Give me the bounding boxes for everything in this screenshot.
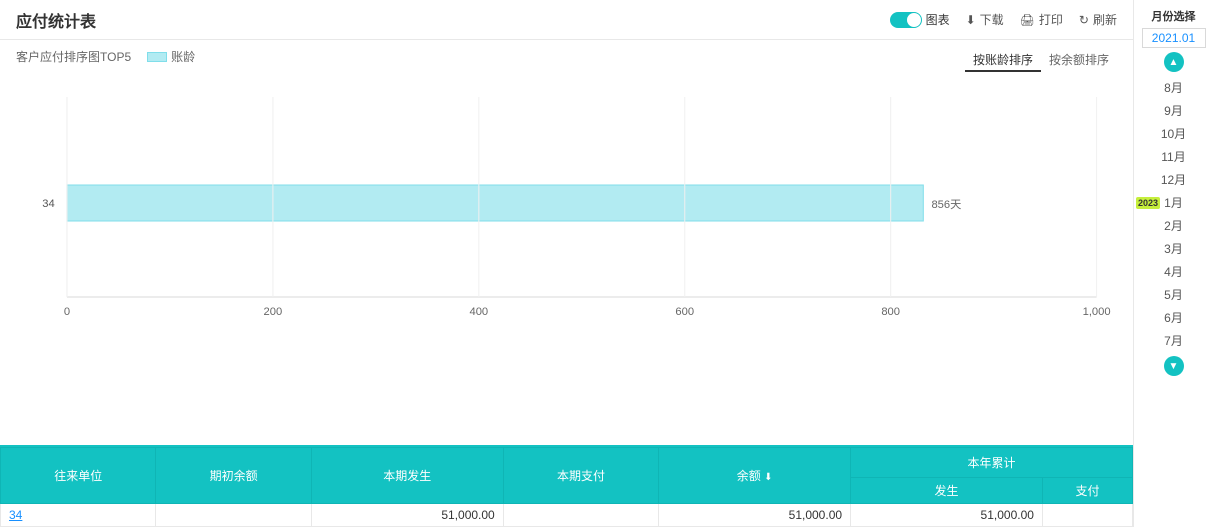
source-link[interactable]: 34	[9, 508, 22, 522]
download-button[interactable]: ⬇ 下载	[966, 11, 1004, 28]
nav-down-arrow[interactable]: ▼	[1164, 356, 1184, 376]
svg-text:800: 800	[881, 306, 900, 318]
cell-source: 34	[1, 504, 156, 527]
cell-current-occur: 51,000.00	[311, 504, 503, 527]
month-9[interactable]: 9月	[1134, 99, 1213, 122]
svg-text:400: 400	[469, 306, 488, 318]
bar-y-label: 34	[42, 198, 54, 210]
col-header-source: 往来单位	[1, 448, 156, 504]
svg-text:1,000: 1,000	[1083, 306, 1111, 318]
month-3[interactable]: 3月	[1134, 237, 1213, 260]
chart-bar	[67, 185, 923, 221]
year-2023-badge: 2023	[1136, 197, 1160, 209]
month-6[interactable]: 6月	[1134, 306, 1213, 329]
col-header-balance: 余额 ⬇	[659, 448, 851, 504]
sort-by-amount-btn[interactable]: 按余额排序	[1041, 49, 1117, 72]
toggle-label: 图表	[926, 11, 950, 28]
refresh-button[interactable]: ↻ 刷新	[1079, 11, 1117, 28]
month-1-with-badge[interactable]: 2023 1月	[1134, 191, 1213, 214]
nav-up-arrow[interactable]: ▲	[1164, 52, 1184, 72]
table-section: 往来单位 期初余额 本期发生 本期支付 余额 ⬇ 本年累计 发生 支付	[0, 445, 1133, 527]
chart-section: 客户应付排序图TOP5 账龄 按账龄排序 按余额排序 34	[0, 40, 1133, 445]
svg-text:600: 600	[675, 306, 694, 318]
cell-ytd-occur: 51,000.00	[851, 504, 1043, 527]
legend-item-top5: 客户应付排序图TOP5	[16, 48, 131, 65]
col-header-opening: 期初余额	[156, 448, 311, 504]
col-header-ytd: 本年累计	[851, 448, 1133, 478]
svg-text:0: 0	[64, 306, 70, 318]
legend-item-aging: 账龄	[147, 48, 195, 65]
cell-opening	[156, 504, 311, 527]
chart-sort-buttons: 按账龄排序 按余额排序	[965, 49, 1117, 72]
col-header-ytd-pay: 支付	[1042, 478, 1132, 504]
cell-balance: 51,000.00	[659, 504, 851, 527]
header-actions: 图表 ⬇ 下载 🖨 打印 ↻ 刷新	[890, 11, 1117, 28]
legend-color-box	[147, 52, 167, 62]
month-5[interactable]: 5月	[1134, 283, 1213, 306]
print-icon: 🖨	[1020, 13, 1035, 27]
month-4[interactable]: 4月	[1134, 260, 1213, 283]
month-10[interactable]: 10月	[1134, 122, 1213, 145]
page-title: 应付统计表	[16, 8, 96, 32]
month-7[interactable]: 7月	[1134, 329, 1213, 352]
print-button[interactable]: 🖨 打印	[1020, 11, 1063, 28]
chart-toggle[interactable]	[890, 12, 922, 28]
data-table: 往来单位 期初余额 本期发生 本期支付 余额 ⬇ 本年累计 发生 支付	[0, 447, 1133, 527]
sort-by-balance-btn[interactable]: 按账龄排序	[965, 49, 1041, 72]
cell-current-pay	[503, 504, 658, 527]
year-input[interactable]	[1142, 28, 1206, 48]
month-11[interactable]: 11月	[1134, 145, 1213, 168]
table-row: 34 51,000.00 51,000.00 51,000.00	[1, 504, 1133, 527]
right-sidebar: 月份选择 ▲ 8月 9月 10月 11月 12月 2023 1月 2月 3月 4…	[1133, 0, 1213, 527]
refresh-icon: ↻	[1079, 13, 1089, 27]
sidebar-label: 月份选择	[1152, 8, 1196, 24]
col-header-current-occur: 本期发生	[311, 448, 503, 504]
download-icon: ⬇	[966, 13, 976, 27]
month-12[interactable]: 12月	[1134, 168, 1213, 191]
month-8[interactable]: 8月	[1134, 76, 1213, 99]
col-header-ytd-occur: 发生	[851, 478, 1043, 504]
legend-label-text: 客户应付排序图TOP5	[16, 48, 131, 65]
col-header-current-pay: 本期支付	[503, 448, 658, 504]
cell-ytd-pay	[1042, 504, 1132, 527]
chart-toggle-wrap[interactable]: 图表	[890, 11, 950, 28]
chart-svg: 34 856天	[16, 77, 1117, 337]
month-2[interactable]: 2月	[1134, 214, 1213, 237]
bar-end-label: 856天	[931, 199, 961, 211]
chart-legend: 客户应付排序图TOP5 账龄	[16, 48, 195, 65]
svg-text:200: 200	[264, 306, 283, 318]
legend-aging-label: 账龄	[171, 48, 195, 65]
